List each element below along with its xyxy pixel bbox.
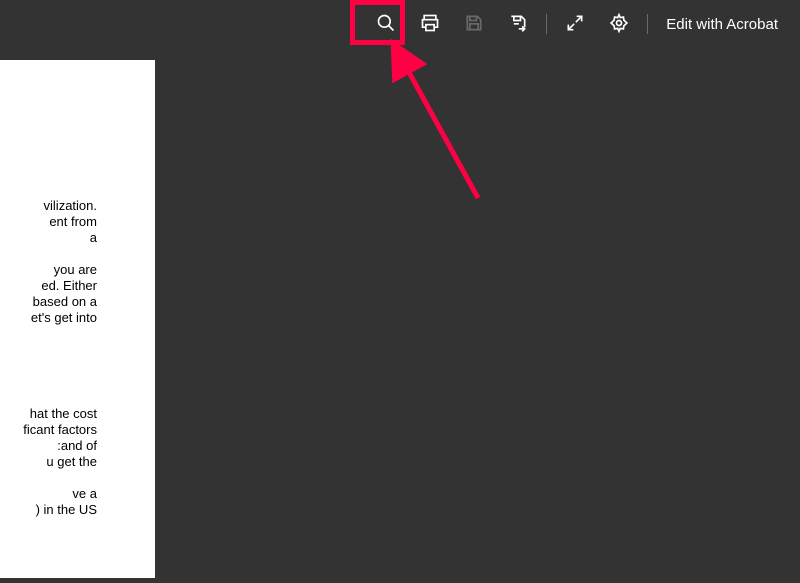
toolbar-divider [546,14,547,34]
expand-icon [565,13,585,36]
save-button [454,4,494,44]
save-icon [464,13,484,36]
settings-button[interactable] [599,4,639,44]
gear-icon [609,13,629,36]
document-text-line: ed. Either [41,278,97,294]
pdf-viewport[interactable]: vilization.ent froma you areed. Eitherbas… [0,48,800,578]
search-icon [376,13,396,36]
toolbar-divider [647,14,648,34]
edit-with-acrobat-link[interactable]: Edit with Acrobat [656,8,788,41]
save-as-button[interactable] [498,4,538,44]
document-text-line: vilization. [44,198,97,214]
document-text-line: a [90,230,97,246]
document-text-line: you are [54,262,97,278]
document-text-line: ve a [72,486,97,502]
document-text-line: u get the [46,454,97,470]
document-text-line: :and of [57,438,97,454]
print-icon [420,13,440,36]
save-as-icon [508,13,528,36]
document-text-line: ent from [49,214,97,230]
search-button[interactable] [366,4,406,44]
document-text-line: ficant factors [23,422,97,438]
document-text-line: hat the cost [30,406,97,422]
document-text-line: based on a [33,294,97,310]
print-button[interactable] [410,4,450,44]
fullscreen-button[interactable] [555,4,595,44]
document-text-line: et's get into [31,310,97,326]
pdf-page: vilization.ent froma you areed. Eitherbas… [0,60,155,578]
document-text-line: ) in the US [36,502,97,518]
pdf-toolbar: Edit with Acrobat [0,0,800,48]
